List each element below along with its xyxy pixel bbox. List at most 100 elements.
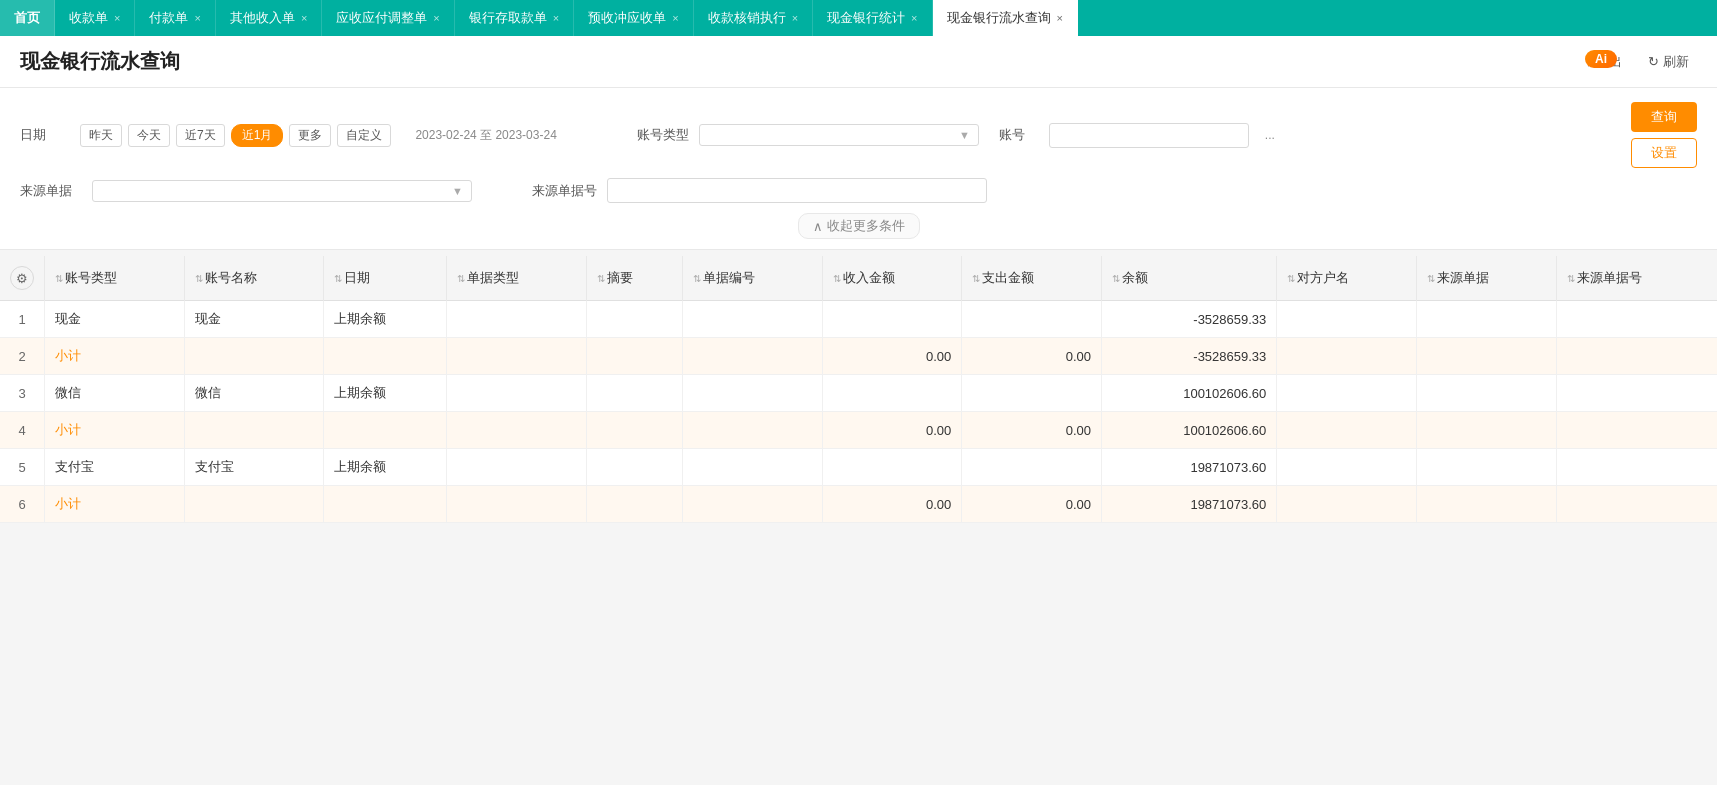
td-expense: [962, 449, 1102, 486]
td-expense: [962, 375, 1102, 412]
refresh-button[interactable]: ↻ 刷新: [1640, 49, 1697, 75]
nav-label: 其他收入单: [230, 9, 295, 27]
close-icon[interactable]: ×: [553, 12, 559, 24]
source-doc-num-input-wrap: [607, 178, 987, 203]
date-option-今天[interactable]: 今天: [128, 124, 170, 147]
source-doc-select[interactable]: ▼: [92, 180, 472, 202]
table-gear-icon[interactable]: ⚙: [10, 266, 34, 290]
th-docNo[interactable]: ⇅单据编号: [682, 256, 822, 301]
date-option-自定义[interactable]: 自定义: [337, 124, 391, 147]
close-icon[interactable]: ×: [672, 12, 678, 24]
filter-actions: 查询 设置: [1631, 102, 1697, 168]
td-sourceDoc: [1417, 375, 1557, 412]
close-icon[interactable]: ×: [1057, 12, 1063, 24]
account-input[interactable]: [1058, 128, 1240, 143]
th-accountType[interactable]: ⇅账号类型: [45, 256, 185, 301]
table-row: 5支付宝支付宝上期余额19871073.60: [0, 449, 1717, 486]
nav-home[interactable]: 首页: [0, 0, 55, 36]
date-option-近7天[interactable]: 近7天: [176, 124, 225, 147]
nav-item-付款单[interactable]: 付款单×: [135, 0, 215, 36]
close-icon[interactable]: ×: [911, 12, 917, 24]
td-date: 上期余额: [324, 449, 447, 486]
nav-item-现金银行流水查询[interactable]: 现金银行流水查询×: [933, 0, 1078, 36]
td-income: 0.00: [822, 412, 962, 449]
th-date[interactable]: ⇅日期: [324, 256, 447, 301]
th-accountName[interactable]: ⇅账号名称: [184, 256, 324, 301]
close-icon[interactable]: ×: [194, 12, 200, 24]
account-type-select[interactable]: ▼: [699, 124, 979, 146]
th-income[interactable]: ⇅收入金额: [822, 256, 962, 301]
close-icon[interactable]: ×: [114, 12, 120, 24]
filter-area: 日期 昨天今天近7天近1月更多自定义 2023-02-24 至 2023-03-…: [0, 88, 1717, 250]
close-icon[interactable]: ×: [433, 12, 439, 24]
close-icon[interactable]: ×: [301, 12, 307, 24]
account-more-button[interactable]: ...: [1259, 126, 1281, 144]
th-sourceDoc[interactable]: ⇅来源单据: [1417, 256, 1557, 301]
td-docNo: [682, 375, 822, 412]
ai-badge[interactable]: Ai: [1585, 50, 1617, 68]
td-accountName: [184, 338, 324, 375]
nav-item-应收应付调整单[interactable]: 应收应付调整单×: [322, 0, 454, 36]
td-income: 0.00: [822, 338, 962, 375]
td-balance: 100102606.60: [1102, 375, 1277, 412]
th-balance[interactable]: ⇅余额: [1102, 256, 1277, 301]
td-docType: [447, 338, 587, 375]
td-sourceDoc: [1417, 486, 1557, 523]
td-summary: [586, 301, 682, 338]
source-doc-chevron-icon: ▼: [452, 185, 463, 197]
sort-icon: ⇅: [1112, 273, 1120, 284]
source-doc-num-input[interactable]: [616, 183, 978, 198]
td-no: 2: [0, 338, 45, 375]
nav-label: 银行存取款单: [469, 9, 547, 27]
source-doc-num-label: 来源单据号: [532, 182, 597, 200]
td-expense: 0.00: [962, 412, 1102, 449]
td-counterparty: [1277, 375, 1417, 412]
td-date: [324, 338, 447, 375]
td-balance: 19871073.60: [1102, 449, 1277, 486]
td-docNo: [682, 486, 822, 523]
th-docType[interactable]: ⇅单据类型: [447, 256, 587, 301]
td-counterparty: [1277, 449, 1417, 486]
header-actions: ↑ 导出 ↻ 刷新 Ai: [1578, 49, 1698, 75]
td-accountType: 小计: [45, 486, 185, 523]
td-counterparty: [1277, 486, 1417, 523]
date-option-近1月[interactable]: 近1月: [231, 124, 284, 147]
td-accountType: 小计: [45, 412, 185, 449]
td-expense: 0.00: [962, 486, 1102, 523]
th-sourceDocNo[interactable]: ⇅来源单据号: [1556, 256, 1717, 301]
table-row: 2小计0.000.00-3528659.33: [0, 338, 1717, 375]
table-header: ⚙ ⇅账号类型⇅账号名称⇅日期⇅单据类型⇅摘要⇅单据编号⇅收入金额⇅支出金额⇅余额…: [0, 256, 1717, 301]
table-row: 6小计0.000.0019871073.60: [0, 486, 1717, 523]
collapse-button[interactable]: ∧ 收起更多条件: [798, 213, 920, 239]
query-button[interactable]: 查询: [1631, 102, 1697, 132]
settings-button[interactable]: 设置: [1631, 138, 1697, 168]
th-expense[interactable]: ⇅支出金额: [962, 256, 1102, 301]
td-income: [822, 301, 962, 338]
filter-row-source: 来源单据 ▼ 来源单据号: [20, 178, 1697, 203]
nav-item-收款核销执行[interactable]: 收款核销执行×: [694, 0, 813, 36]
table-row: 4小计0.000.00100102606.60: [0, 412, 1717, 449]
chevron-down-icon: ▼: [959, 129, 970, 141]
date-label: 日期: [20, 126, 60, 144]
nav-item-预收冲应收单[interactable]: 预收冲应收单×: [574, 0, 693, 36]
date-option-昨天[interactable]: 昨天: [80, 124, 122, 147]
sort-icon: ⇅: [457, 273, 465, 284]
table-row: 1现金现金上期余额-3528659.33: [0, 301, 1717, 338]
close-icon[interactable]: ×: [792, 12, 798, 24]
td-sourceDocNo: [1556, 412, 1717, 449]
nav-item-银行存取款单[interactable]: 银行存取款单 ×: [455, 0, 574, 36]
td-no: 5: [0, 449, 45, 486]
td-date: 上期余额: [324, 375, 447, 412]
th-summary[interactable]: ⇅摘要: [586, 256, 682, 301]
nav-item-现金银行统计[interactable]: 现金银行统计×: [813, 0, 932, 36]
date-option-更多[interactable]: 更多: [289, 124, 331, 147]
nav-item-其他收入单[interactable]: 其他收入单 ×: [216, 0, 322, 36]
td-accountName: [184, 486, 324, 523]
td-docNo: [682, 412, 822, 449]
refresh-label: 刷新: [1663, 53, 1689, 71]
td-sourceDocNo: [1556, 338, 1717, 375]
td-accountType: 微信: [45, 375, 185, 412]
td-accountType: 现金: [45, 301, 185, 338]
th-counterparty[interactable]: ⇅对方户名: [1277, 256, 1417, 301]
nav-item-收款单[interactable]: 收款单×: [55, 0, 135, 36]
